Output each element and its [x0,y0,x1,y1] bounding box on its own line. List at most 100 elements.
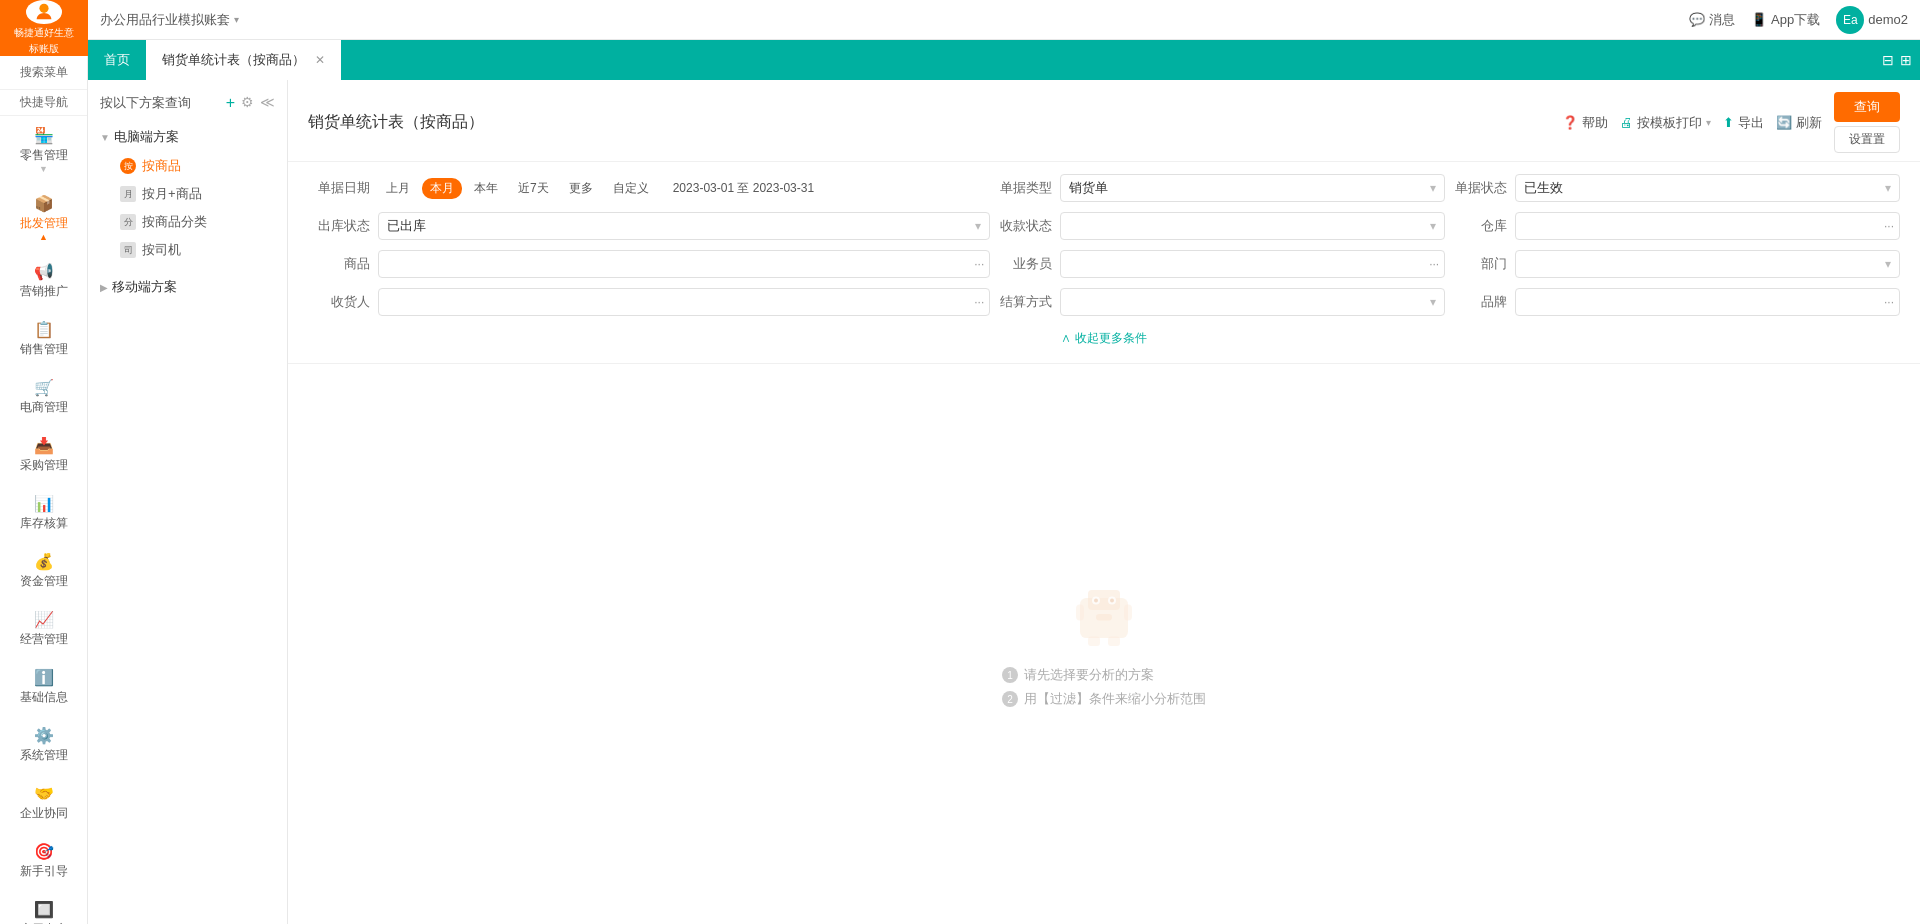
settings-scheme-icon[interactable]: ⚙ [241,94,254,112]
tree-child-by-category[interactable]: 分 按商品分类 [88,208,287,236]
date-tab-7days[interactable]: 近7天 [510,178,557,199]
tree-expand-icon: ▶ [100,282,108,293]
sidebar-item-purchase[interactable]: 📥 采购管理 [0,426,87,484]
warehouse-more-btn[interactable]: ··· [1884,219,1894,233]
brand-more-btn[interactable]: ··· [1884,295,1894,309]
date-tab-this-year[interactable]: 本年 [466,178,506,199]
sidebar-item-marketing[interactable]: 📢 营销推广 [0,252,87,310]
tree-child-by-product[interactable]: 按 按商品 [88,152,287,180]
payment-select[interactable]: ▾ [1060,288,1445,316]
tree-child-by-month-product[interactable]: 月 按月+商品 [88,180,287,208]
svg-rect-7 [1096,614,1112,620]
receiver-input[interactable] [378,288,990,316]
sidebar-item-system[interactable]: ⚙️ 系统管理 [0,716,87,774]
empty-tip-2: 2 用【过滤】条件来缩小分析范围 [1002,690,1206,708]
sales-label: 销售管理 [20,341,68,358]
staff-input-wrapper: ··· [1060,250,1445,278]
tab-home[interactable]: 首页 [88,40,146,80]
scheme-icon-by-category: 分 [120,214,136,230]
finance-label: 资金管理 [20,573,68,590]
collapse-bar[interactable]: ∧ 收起更多条件 [308,326,1900,351]
sidebar-item-operations[interactable]: 📈 经营管理 [0,600,87,658]
warehouse-out-label: 出库状态 [308,217,378,235]
search-menu-label[interactable]: 搜索菜单 [20,65,68,79]
sidebar-item-sales[interactable]: 📋 销售管理 [0,310,87,368]
sidebar-item-inventory[interactable]: 📊 库存核算 [0,484,87,542]
account-dropdown[interactable]: 办公用品行业模拟账套 ▾ [100,11,239,29]
doc-type-arrow: ▾ [1430,181,1436,195]
tab-close-icon[interactable]: ✕ [315,53,325,67]
collapse-panel-icon[interactable]: ≪ [260,94,275,112]
sidebar-item-wholesale[interactable]: 📦 批发管理 ▲ [0,184,87,252]
refresh-btn[interactable]: 🔄 刷新 [1776,114,1822,132]
quick-nav-label[interactable]: 快捷导航 [20,95,68,109]
help-btn[interactable]: ❓ 帮助 [1562,114,1608,132]
export-btn[interactable]: ⬆ 导出 [1723,114,1764,132]
filter-cell-dept: 部门 ▾ [1445,250,1900,278]
tip-num-2: 2 [1002,691,1018,707]
template-print-btn[interactable]: 🖨 按模板打印 ▾ [1620,114,1711,132]
sidebar-logo: 畅捷通好生意 标账版 [0,0,88,56]
doc-status-select[interactable]: 已生效 ▾ [1515,174,1900,202]
newbie-label: 新手引导 [20,863,68,880]
sidebar-item-finance[interactable]: 💰 资金管理 [0,542,87,600]
right-panel: 销货单统计表（按商品） ❓ 帮助 🖨 按模板打印 ▾ ⬆ 导出 [288,80,1920,924]
date-tab-more[interactable]: 更多 [561,178,601,199]
date-tab-custom[interactable]: 自定义 [605,178,657,199]
tree-section-mobile: ▶ 移动端方案 [88,268,287,306]
collect-status-label: 收款状态 [990,217,1060,235]
filter-row-4: 收货人 ··· 结算方式 ▾ 品牌 [308,288,1900,316]
svg-point-6 [1110,598,1114,602]
add-scheme-btn[interactable]: + [226,94,235,112]
dept-select[interactable]: ▾ [1515,250,1900,278]
tree-child-by-driver[interactable]: 司 按司机 [88,236,287,264]
main-area: 办公用品行业模拟账套 ▾ 💬 消息 📱 App下载 Ea demo2 首页 销货… [88,0,1920,924]
logo-subtitle: 标账版 [29,42,59,56]
filter-cell-doc-type: 单据类型 销货单 ▾ [990,174,1445,202]
collect-status-select[interactable]: ▾ [1060,212,1445,240]
window-minimize-icon[interactable]: ⊟ [1882,52,1894,68]
filter-cell-brand: 品牌 ··· [1445,288,1900,316]
marketing-icon: 📢 [34,262,54,281]
settings-btn[interactable]: 设置置 [1834,126,1900,153]
appstore-icon: 🔲 [34,900,54,919]
product-more-btn[interactable]: ··· [974,257,984,271]
user-btn[interactable]: Ea demo2 [1836,6,1908,34]
receiver-more-btn[interactable]: ··· [974,295,984,309]
tip-text-1: 请先选择要分析的方案 [1024,666,1154,684]
tab-sales-stat[interactable]: 销货单统计表（按商品） ✕ [146,40,341,80]
sidebar-item-ecommerce[interactable]: 🛒 电商管理 [0,368,87,426]
staff-input[interactable] [1060,250,1445,278]
doc-type-select[interactable]: 销货单 ▾ [1060,174,1445,202]
warehouse-out-select[interactable]: 已出库 ▾ [378,212,990,240]
sidebar-search[interactable]: 搜索菜单 [0,56,87,90]
system-icon: ⚙️ [34,726,54,745]
sidebar-item-retail[interactable]: 🏪 零售管理 ▼ [0,116,87,184]
doc-status-arrow: ▾ [1885,181,1891,195]
sidebar-item-newbie[interactable]: 🎯 新手引导 [0,832,87,890]
sidebar-nav[interactable]: 快捷导航 [0,90,87,116]
message-btn[interactable]: 💬 消息 [1689,11,1735,29]
brand-input[interactable] [1515,288,1900,316]
sidebar-item-enterprise[interactable]: 🤝 企业协同 [0,774,87,832]
warehouse-input[interactable] [1515,212,1900,240]
retail-label: 零售管理 [20,147,68,164]
tree-parent-mobile[interactable]: ▶ 移动端方案 [88,272,287,302]
wholesale-icon: 📦 [34,194,54,213]
date-tab-this-month[interactable]: 本月 [422,178,462,199]
app-download-btn[interactable]: 📱 App下载 [1751,11,1820,29]
tree-parent-desktop[interactable]: ▼ 电脑端方案 [88,122,287,152]
receiver-label: 收货人 [308,293,378,311]
window-maximize-icon[interactable]: ⊞ [1900,52,1912,68]
scheme-label-by-product: 按商品 [142,157,181,175]
filter-cell-date: 单据日期 上月 本月 本年 近7天 更多 自定义 2023-03-01 至 20… [308,178,990,199]
sidebar-item-appstore[interactable]: 🔲 应用中心 [0,890,87,924]
query-btn[interactable]: 查询 [1834,92,1900,122]
left-panel-title: 按以下方案查询 [100,94,191,112]
avatar: Ea [1836,6,1864,34]
product-input[interactable] [378,250,990,278]
sidebar-item-basic[interactable]: ℹ️ 基础信息 [0,658,87,716]
staff-more-btn[interactable]: ··· [1429,257,1439,271]
date-tab-last-month[interactable]: 上月 [378,178,418,199]
filter-cell-warehouse: 仓库 ··· [1445,212,1900,240]
